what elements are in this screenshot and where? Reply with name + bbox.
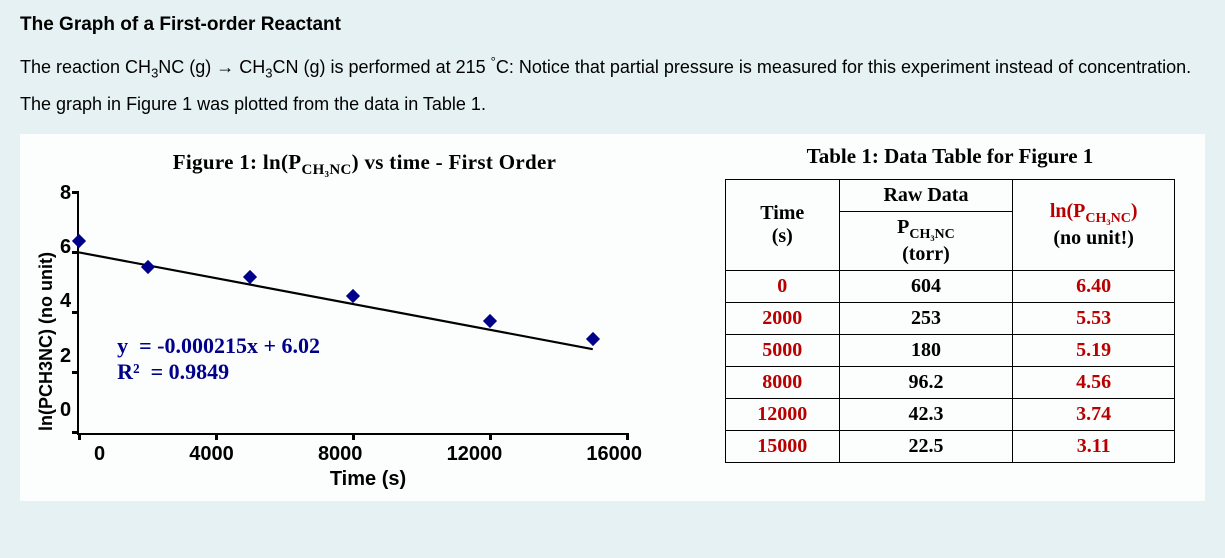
y-axis-label: ln(PCH3NC) (no unit) <box>32 193 60 491</box>
page-title: The Graph of a First-order Reactant <box>20 14 1205 36</box>
x-axis-label: Time (s) <box>94 468 642 491</box>
table-row: 20002535.53 <box>726 302 1175 334</box>
table-row: 06046.40 <box>726 270 1175 302</box>
table-row: 1500022.53.11 <box>726 430 1175 462</box>
table-row: 50001805.19 <box>726 334 1175 366</box>
table-title: Table 1: Data Table for Figure 1 <box>725 144 1175 169</box>
col-raw-header-p: PCH₃NC (torr) <box>839 211 1013 270</box>
regression-equation: y = -0.000215x + 6.02 R² = 0.9849 <box>117 333 320 385</box>
col-raw-header-top: Raw Data <box>839 179 1013 211</box>
table-1: Table 1: Data Table for Figure 1 Time (s… <box>725 144 1175 491</box>
col-ln-header: ln(PCH₃NC) (no unit!) <box>1013 179 1175 270</box>
intro-text: The reaction CH3NC (g) → CH3CN (g) is pe… <box>20 46 1205 120</box>
figure-and-table: Figure 1: ln(PCH₃NC) vs time - First Ord… <box>20 134 1205 501</box>
x-tick-labels: 0400080001200016000 <box>94 443 642 466</box>
col-time-header: Time (s) <box>726 179 840 270</box>
y-tick-labels: 86420 <box>60 182 71 422</box>
plot-area: y = -0.000215x + 6.02 R² = 0.9849 <box>77 193 627 435</box>
data-table: Time (s) Raw Data ln(PCH₃NC) (no unit!) … <box>725 179 1175 463</box>
trendline <box>79 193 627 433</box>
table-row: 800096.24.56 <box>726 366 1175 398</box>
figure-title: Figure 1: ln(PCH₃NC) vs time - First Ord… <box>32 144 697 193</box>
figure-1: Figure 1: ln(PCH₃NC) vs time - First Ord… <box>32 144 697 491</box>
table-row: 1200042.33.74 <box>726 398 1175 430</box>
